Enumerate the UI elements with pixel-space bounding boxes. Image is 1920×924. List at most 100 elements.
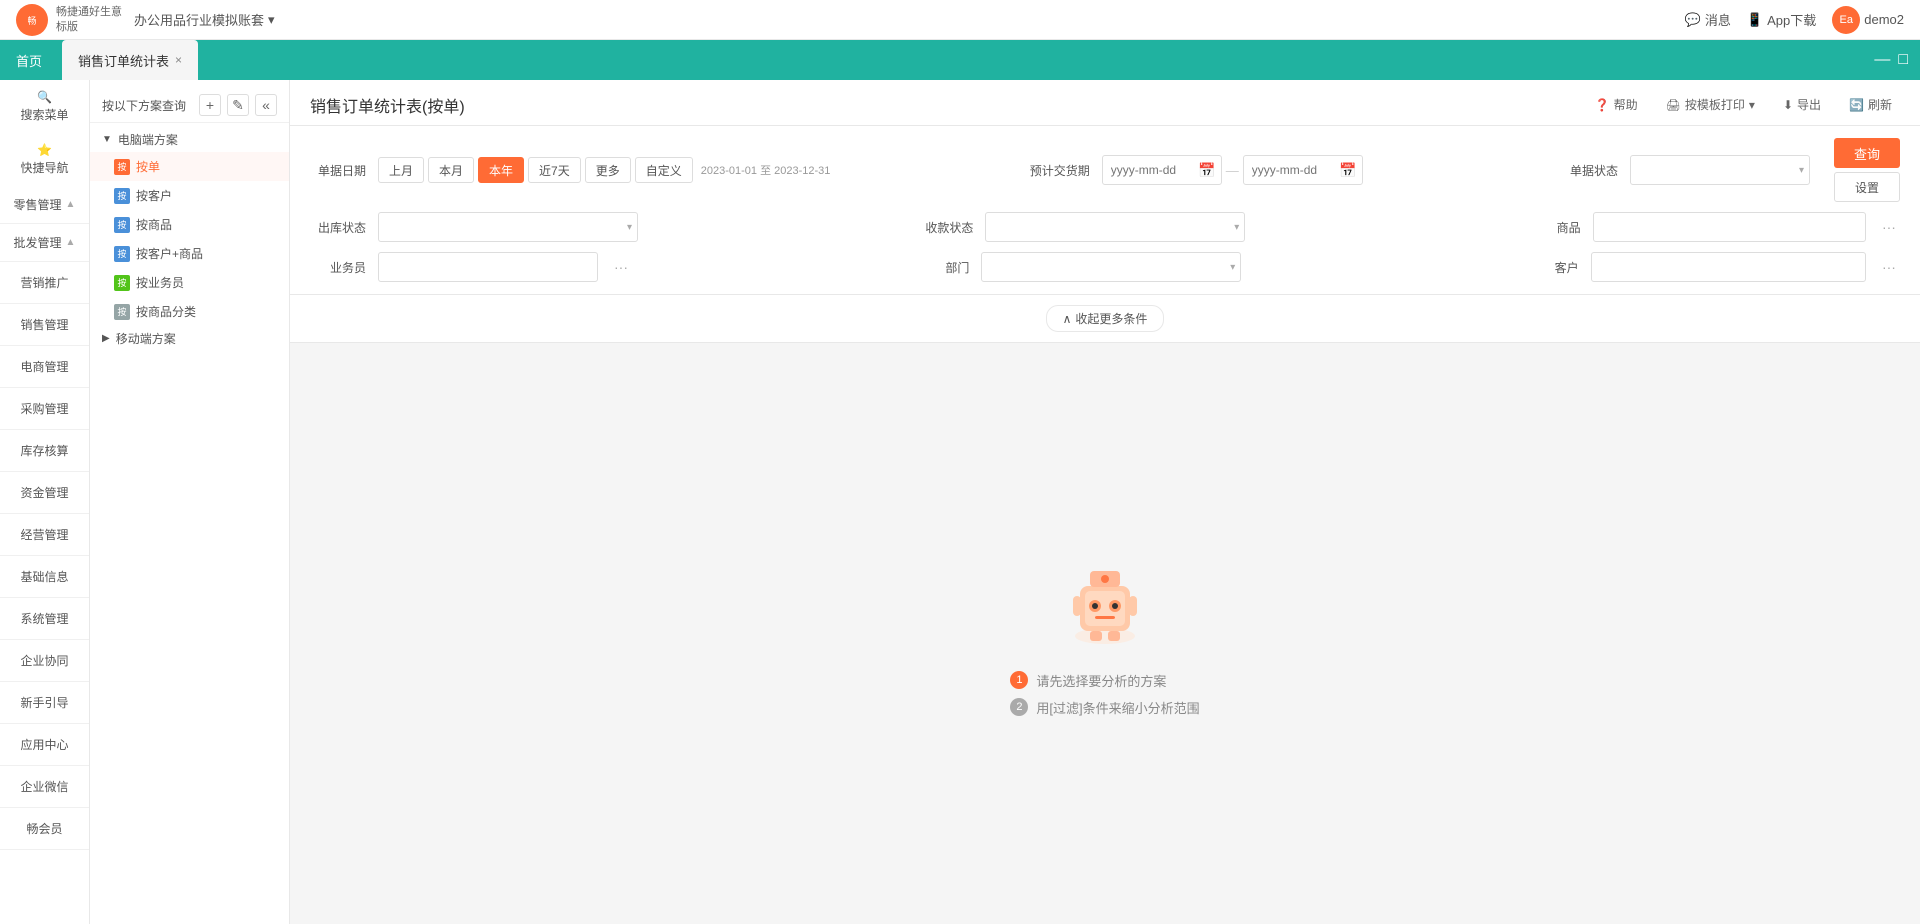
sidebar-item-sales[interactable]: 销售管理 [0,304,89,346]
sidebar-item-ecom[interactable]: 电商管理 [0,346,89,388]
chevron-icon: ▲ [66,199,76,210]
tab-sales-order-stats[interactable]: 销售订单统计表 × [62,40,198,80]
payment-status-select[interactable] [985,212,1245,242]
edit-scheme-button[interactable]: ✎ [227,94,249,116]
product-label: 商品 [1525,219,1581,236]
sidebar-item-operation[interactable]: 经营管理 [0,514,89,556]
filter-row-1: 单据日期 上月 本月 本年 近7天 更多 自定义 2023-01-01 至 20… [310,138,1900,202]
help-button[interactable]: ❓ 帮助 [1587,92,1646,117]
calendar-start-icon[interactable]: 📅 [1198,162,1215,179]
section-pc[interactable]: ▼ 电脑端方案 [90,127,289,152]
breadcrumb-select[interactable]: 办公用品行业模拟账套 ▾ [134,10,275,29]
scheme-icon-product: 按 [114,217,130,233]
left-panel: 按以下方案查询 + ✎ « ▼ 电脑端方案 按 按单 按 按客户 按 按商品 [90,80,290,924]
scheme-icon-order: 按 [114,159,130,175]
customer-more-icon[interactable]: ··· [1878,259,1900,275]
sidebar-item-purchase[interactable]: 采购管理 [0,388,89,430]
sidebar-item-corpwx[interactable]: 企业微信 [0,766,89,808]
product-more-icon[interactable]: ··· [1878,219,1900,235]
template-print-button[interactable]: 🖨 按模板打印 ▾ [1658,92,1763,117]
sidebar-item-marketing[interactable]: 营销推广 [0,262,89,304]
export-button[interactable]: ⬇ 导出 [1775,92,1829,117]
sidebar-item-wholesale[interactable]: 批发管理 ▲ [0,224,89,262]
refresh-button[interactable]: 🔄 刷新 [1841,92,1900,117]
scheme-item-by-cust-prod[interactable]: 按 按客户+商品 [90,239,289,268]
search-icon: 🔍 [37,90,52,104]
dept-select[interactable] [981,252,1241,282]
sidebar-item-system[interactable]: 系统管理 [0,598,89,640]
page-header: 销售订单统计表(按单) ❓ 帮助 🖨 按模板打印 ▾ ⬇ 导出 [290,80,1920,126]
breadcrumb: 办公用品行业模拟账套 ▾ [134,10,1673,29]
date-btn-7days[interactable]: 近7天 [528,157,581,183]
doc-status-wrapper: ▾ [1630,155,1810,185]
empty-illustration [1055,551,1155,651]
date-btn-more[interactable]: 更多 [585,157,631,183]
customer-input[interactable] [1591,252,1866,282]
avatar: Ea [1832,6,1860,34]
sidebar-item-inventory[interactable]: 库存核算 [0,430,89,472]
sidebar-item-member[interactable]: 畅会员 [0,808,89,850]
tip-num-1: 1 [1010,671,1028,689]
collapse-more-button[interactable]: ∧ 收起更多条件 [1046,305,1165,332]
sidebar-item-search[interactable]: 🔍 搜索菜单 [0,80,89,133]
search-button[interactable]: 查询 [1834,138,1900,168]
logo-text: 畅捷通好生意 标版 [56,5,122,34]
date-btn-lastmonth[interactable]: 上月 [378,157,424,183]
app-download-action[interactable]: 📱 App下载 [1747,10,1816,29]
sidebar-item-newguide[interactable]: 新手引导 [0,682,89,724]
scheme-item-by-category[interactable]: 按 按商品分类 [90,297,289,326]
refresh-icon: 🔄 [1849,98,1864,112]
help-icon: ❓ [1595,98,1610,112]
settings-button[interactable]: 设置 [1834,172,1900,202]
date-btn-thismonth[interactable]: 本月 [428,157,474,183]
filter-row-3: 业务员 ··· 部门 ▾ 客户 ··· [310,252,1900,282]
doc-status-select[interactable] [1630,155,1810,185]
scheme-icon-customer: 按 [114,188,130,204]
chevron-icon: ▲ [66,237,76,248]
scheme-item-by-customer[interactable]: 按 按客户 [90,181,289,210]
maximize-icon[interactable]: □ [1898,51,1908,69]
date-btn-thisyear[interactable]: 本年 [478,157,524,183]
empty-tip-1: 1 请先选择要分析的方案 [1010,671,1166,690]
sidebar-item-basic[interactable]: 基础信息 [0,556,89,598]
scheme-item-by-product[interactable]: 按 按商品 [90,210,289,239]
tab-bar-right: — □ [1874,51,1920,69]
ship-status-label: 出库状态 [310,219,366,236]
page-actions: ❓ 帮助 🖨 按模板打印 ▾ ⬇ 导出 🔄 刷新 [1587,92,1900,117]
scheme-item-by-salesperson[interactable]: 按 按业务员 [90,268,289,297]
date-btn-custom[interactable]: 自定义 [635,157,693,183]
collapse-panel-button[interactable]: « [255,94,277,116]
sidebar-item-finance[interactable]: 资金管理 [0,472,89,514]
section-mobile[interactable]: ▶ 移动端方案 [90,326,289,351]
date-btn-group: 上月 本月 本年 近7天 更多 自定义 2023-01-01 至 2023-12… [378,157,830,183]
user-action[interactable]: Ea demo2 [1832,6,1904,34]
content-area: 按以下方案查询 + ✎ « ▼ 电脑端方案 按 按单 按 按客户 按 按商品 [90,80,1920,924]
main-panel: 销售订单统计表(按单) ❓ 帮助 🖨 按模板打印 ▾ ⬇ 导出 [290,80,1920,924]
calendar-end-icon[interactable]: 📅 [1339,162,1356,179]
ship-status-select[interactable] [378,212,638,242]
add-scheme-button[interactable]: + [199,94,221,116]
minimize-icon[interactable]: — [1874,51,1890,69]
scheme-item-by-order[interactable]: 按 按单 [90,152,289,181]
print-icon: 🖨 [1666,98,1681,112]
page-title: 销售订单统计表(按单) [310,93,465,117]
tab-home[interactable]: 首页 [0,40,58,80]
chevron-right-icon: ▶ [102,333,110,344]
star-icon: ⭐ [37,143,52,157]
message-action[interactable]: 💬 消息 [1685,10,1731,29]
app-icon: 📱 [1747,12,1763,28]
scheme-icon-custprod: 按 [114,246,130,262]
doc-status-label: 单据状态 [1562,162,1618,179]
sidebar-item-retail[interactable]: 零售管理 ▲ [0,186,89,224]
sidebar-item-appstore[interactable]: 应用中心 [0,724,89,766]
salesperson-more-icon[interactable]: ··· [610,259,632,275]
salesperson-input[interactable] [378,252,598,282]
sidebar-item-corp[interactable]: 企业协同 [0,640,89,682]
payment-status-label: 收款状态 [917,219,973,236]
collapse-bar: ∧ 收起更多条件 [290,295,1920,343]
panel-title: 按以下方案查询 [102,97,193,114]
tab-close-icon[interactable]: × [175,53,182,67]
sidebar-item-quicknav[interactable]: ⭐ 快捷导航 [0,133,89,186]
product-input[interactable] [1593,212,1866,242]
logo-area: 畅 畅捷通好生意 标版 [16,4,122,36]
